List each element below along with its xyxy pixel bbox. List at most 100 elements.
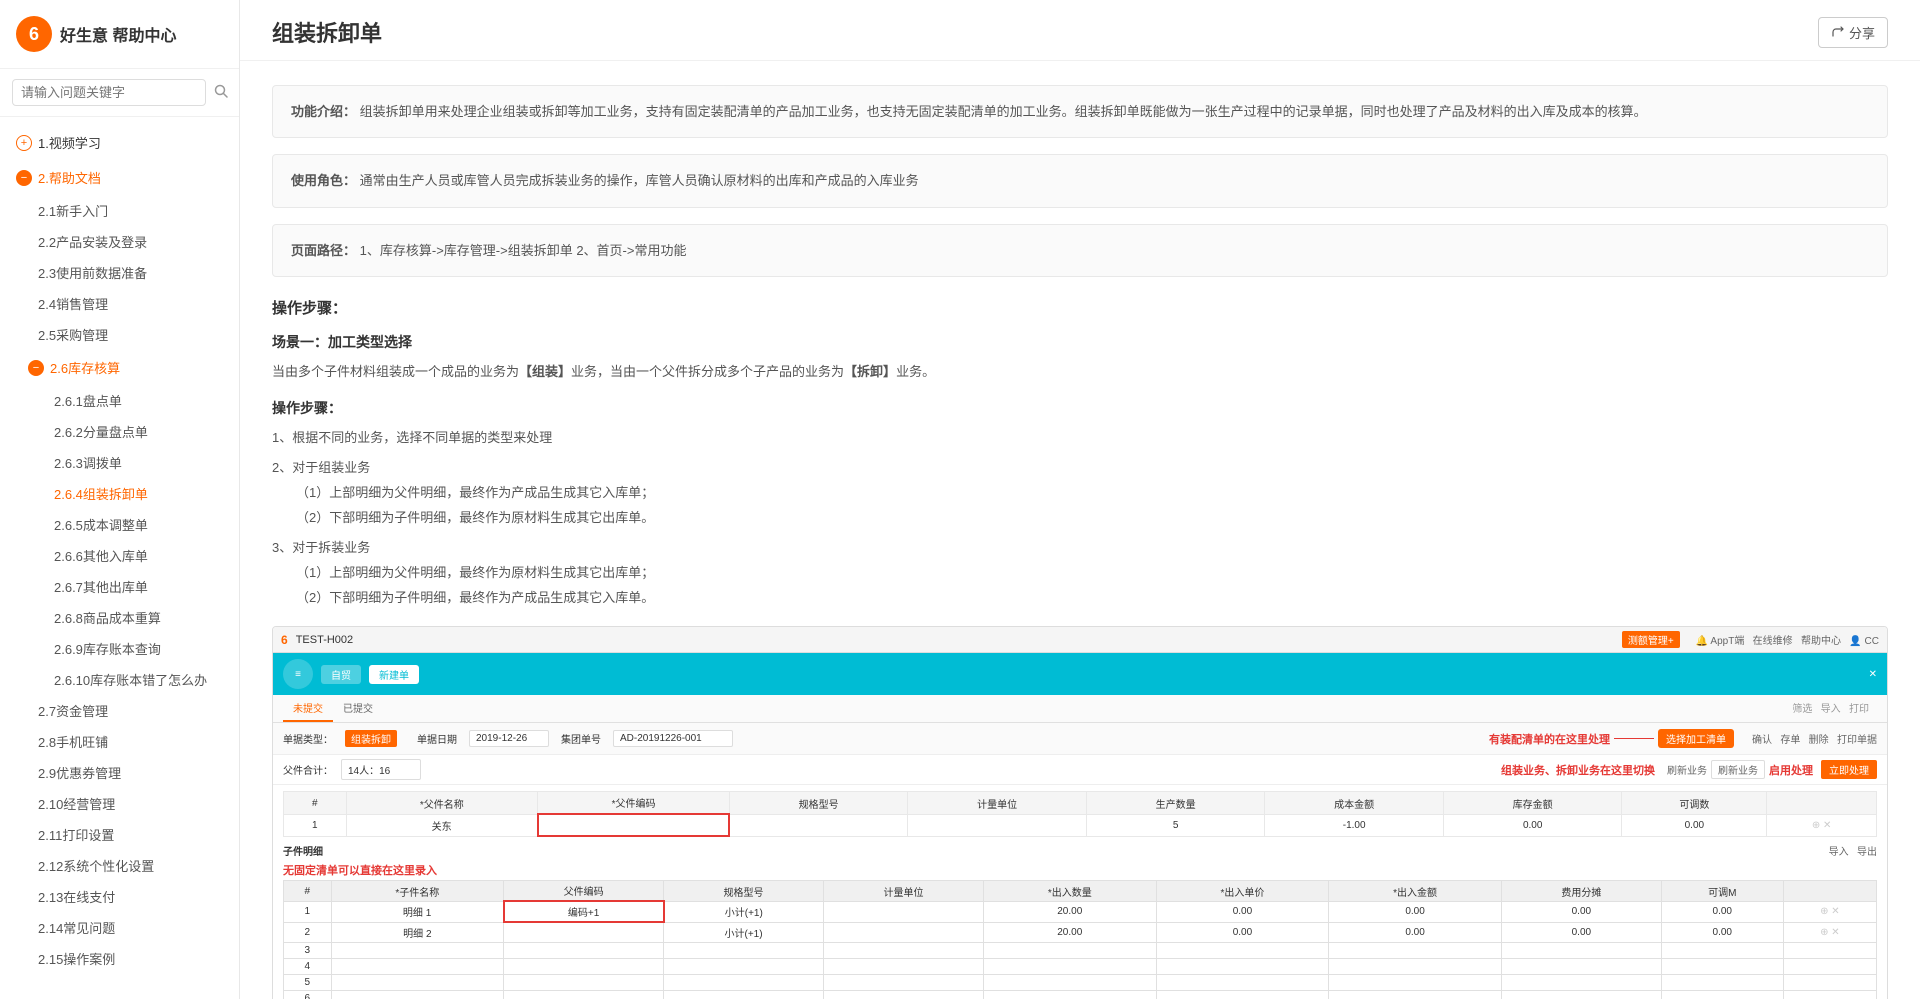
sidebar-item-266[interactable]: 2.6.6其他入库单	[0, 540, 239, 571]
share-button[interactable]: 分享	[1818, 17, 1888, 48]
std-name2: 明细 2	[331, 922, 504, 942]
annotation2-text: 组装业务、拆卸业务在这里切换	[1501, 762, 1655, 778]
sidebar-item-212[interactable]: 2.12系统个性化设置	[0, 850, 239, 881]
mock-type-val: 组装拆卸	[345, 730, 397, 747]
step1: 1、根据不同的业务，选择不同单据的类型来处理	[272, 426, 1888, 451]
std-unit2	[824, 922, 984, 942]
std-num: 1	[284, 901, 332, 922]
mock-subnav-active[interactable]: 未提交	[283, 695, 333, 722]
sidebar-item-210[interactable]: 2.10经营管理	[0, 788, 239, 819]
sidebar-item-265[interactable]: 2.6.5成本调整单	[0, 509, 239, 540]
table-row: 1 关东 5 -1.00 0.00 0.00 ⊕	[284, 814, 1877, 836]
role-block: 使用角色： 通常由生产人员或库管人员完成拆装业务的操作，库管人员确认原材料的出库…	[272, 154, 1888, 207]
annotation3-area: 刷新业务 刷新业务 启用处理	[1667, 760, 1813, 779]
annotation1-area: 有装配清单的在这里处理 选择加工清单	[1489, 729, 1734, 748]
table-row: 4	[284, 958, 1877, 974]
search-input[interactable]	[12, 79, 206, 106]
step3: 3、对于拆装业务	[272, 536, 1888, 561]
sidebar-item-docs[interactable]: − 2.帮助文档 2.1新手入门 2.2产品安装及登录 2.3使用前数据准备 2…	[0, 160, 239, 974]
sidebar-item-29[interactable]: 2.9优惠券管理	[0, 757, 239, 788]
op-steps-title: 操作步骤：	[272, 297, 1888, 318]
std-code2	[504, 922, 664, 942]
annotation4-area: 无固定清单可以直接在这里录入	[273, 862, 1887, 880]
sidebar-item-267[interactable]: 2.6.7其他出库单	[0, 571, 239, 602]
screenshot: 6 TEST-H002 测额管理+ 🔔 AppT端 在线维修 帮助中心 👤 CC…	[272, 626, 1888, 999]
sidebar-item-269[interactable]: 2.6.9库存账本查询	[0, 633, 239, 664]
role-text: 通常由生产人员或库管人员完成拆装业务的操作，库管人员确认原材料的出库和产成品的入…	[360, 173, 919, 188]
app-name: 好生意 帮助中心	[60, 22, 176, 46]
sidebar-item-262[interactable]: 2.6.2分量盘点单	[0, 416, 239, 447]
step2-sub2: （2）下部明细为子件明细，最终作为原材料生成其它出库单。	[296, 506, 1888, 531]
sidebar-item-263[interactable]: 2.6.3调拨单	[0, 447, 239, 478]
sidebar-item-28[interactable]: 2.8手机旺铺	[0, 726, 239, 757]
sidebar-item-214[interactable]: 2.14常见问题	[0, 912, 239, 943]
sidebar-item-label-26: 2.6库存核算	[50, 358, 120, 377]
annotation1-text: 有装配清单的在这里处理	[1489, 731, 1610, 747]
mock-yongyong: 刷新业务	[1667, 762, 1707, 777]
mock-tab-new[interactable]: 新建单	[369, 665, 419, 684]
sidebar-item-211[interactable]: 2.11打印设置	[0, 819, 239, 850]
sidebar-item-213[interactable]: 2.13在线支付	[0, 881, 239, 912]
sth-spec: 规格型号	[664, 881, 824, 902]
sth-code: 父件编码	[504, 881, 664, 902]
mock-header: ≡ 自贸 新建单 ✕	[273, 653, 1887, 695]
td-avail: 0.00	[1622, 814, 1767, 836]
table-row: 2 明细 2 小计(+1) 20.00 0.00 0.00 0.00 0.00	[284, 922, 1877, 942]
path-label: 页面路径：	[291, 243, 356, 258]
mock-subnav-submitted[interactable]: 已提交	[333, 695, 383, 722]
sth-amount: *出入金额	[1329, 881, 1502, 902]
std-alloc: 0.00	[1501, 901, 1661, 922]
th-spec: 规格型号	[729, 792, 908, 815]
table-row: 1 明细 1 编码+1 小计(+1) 20.00 0.00 0.00 0.00 …	[284, 901, 1877, 922]
sidebar-item-26[interactable]: − 2.6库存核算 2.6.1盘点单 2.6.2分量盘点单 2.6.3调拨单	[0, 350, 239, 695]
td-stock: 0.00	[1443, 814, 1622, 836]
table-row: 3	[284, 942, 1877, 958]
sidebar-item-video[interactable]: + 1.视频学习	[0, 125, 239, 160]
search-button[interactable]	[210, 84, 232, 101]
th-unit: 计量单位	[908, 792, 1087, 815]
sidebar-item-261[interactable]: 2.6.1盘点单	[0, 385, 239, 416]
th-parent-code: *父件编码	[538, 792, 730, 815]
sidebar-item-264[interactable]: 2.6.4组装拆卸单	[0, 478, 239, 509]
intro-block: 功能介绍： 组装拆卸单用来处理企业组装或拆卸等加工业务，支持有固定装配清单的产品…	[272, 85, 1888, 138]
sidebar-item-27[interactable]: 2.7资金管理	[0, 695, 239, 726]
sidebar-item-21[interactable]: 2.1新手入门	[0, 195, 239, 226]
std-name: 明细 1	[331, 901, 504, 922]
std-ops2: ⊕ ✕	[1783, 922, 1876, 942]
mock-refresh-field: 刷新业务	[1711, 760, 1765, 779]
collapse-icon: −	[16, 170, 32, 186]
std-spec2: 小计(+1)	[664, 922, 824, 942]
share-label: 分享	[1849, 23, 1875, 42]
sth-unit: 计量单位	[824, 881, 984, 902]
mock-refresh-label: 刷新业务	[1718, 766, 1758, 777]
annotation4-text: 无固定清单可以直接在这里录入	[283, 865, 437, 877]
sidebar-item-24[interactable]: 2.4销售管理	[0, 288, 239, 319]
sublist-26: 2.6.1盘点单 2.6.2分量盘点单 2.6.3调拨单 2.6.4组装拆卸单	[0, 385, 239, 695]
th-qty: 生产数量	[1086, 792, 1265, 815]
op-steps-label: 操作步骤：	[272, 398, 1888, 418]
mock-topbar-icons: 🔔 AppT端 在线维修 帮助中心 👤 CC	[1696, 632, 1879, 647]
th-ops	[1767, 792, 1877, 815]
main-body: 功能介绍： 组装拆卸单用来处理企业组装或拆卸等加工业务，支持有固定装配清单的产品…	[240, 61, 1920, 999]
intro-label: 功能介绍：	[291, 104, 356, 119]
path-block: 页面路径： 1、库存核算->库存管理->组装拆卸单 2、首页->常用功能	[272, 224, 1888, 277]
mock-process-btn[interactable]: 选择加工清单	[1658, 729, 1734, 748]
sidebar-item-215[interactable]: 2.15操作案例	[0, 943, 239, 974]
mock-subnav: 未提交 已提交 筛选 导入 打印	[273, 695, 1887, 723]
sidebar-item-23[interactable]: 2.3使用前数据准备	[0, 257, 239, 288]
sidebar-item-22[interactable]: 2.2产品安装及登录	[0, 226, 239, 257]
mock-tab-home[interactable]: 自贸	[321, 665, 361, 684]
sidebar-item-2610[interactable]: 2.6.10库存账本错了怎么办	[0, 664, 239, 695]
sth-alloc: 费用分摊	[1501, 881, 1661, 902]
logo-icon: 6	[16, 16, 52, 52]
mock-save-btn[interactable]: 立即处理	[1821, 760, 1877, 779]
sidebar-item-268[interactable]: 2.6.8商品成本重算	[0, 602, 239, 633]
mock-topbar: 6 TEST-H002 测额管理+ 🔔 AppT端 在线维修 帮助中心 👤 CC	[273, 627, 1887, 653]
std-price2: 0.00	[1156, 922, 1329, 942]
sidebar-item-25[interactable]: 2.5采购管理	[0, 319, 239, 350]
sth-avail: 可调M	[1661, 881, 1783, 902]
std-amount2: 0.00	[1329, 922, 1502, 942]
docs-sublist: 2.1新手入门 2.2产品安装及登录 2.3使用前数据准备 2.4销售管理 2.…	[0, 195, 239, 974]
mock-sub-val: 14人：16	[341, 759, 421, 780]
std-avail2: 0.00	[1661, 922, 1783, 942]
